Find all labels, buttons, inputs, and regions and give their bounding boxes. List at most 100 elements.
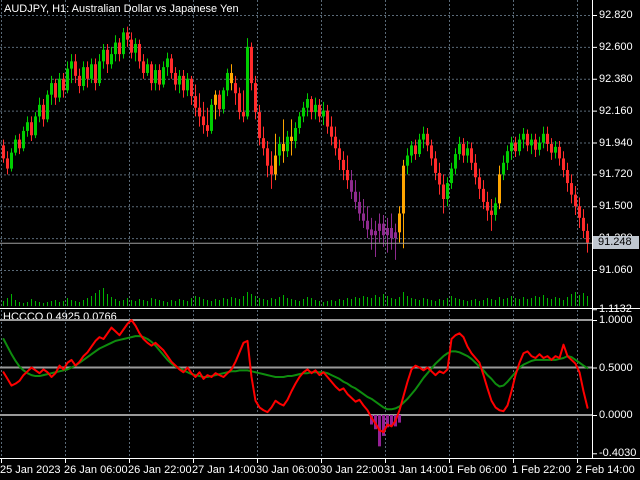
volume-bar bbox=[527, 299, 528, 306]
volume-bar bbox=[391, 298, 392, 306]
volume-bar bbox=[23, 303, 24, 306]
candle-body bbox=[234, 83, 237, 94]
volume-bar bbox=[19, 302, 20, 306]
candle-body bbox=[398, 213, 401, 233]
volume-bar bbox=[43, 303, 44, 306]
volume-bar bbox=[71, 300, 72, 306]
volume-bar bbox=[491, 299, 492, 306]
volume-bar bbox=[139, 299, 140, 306]
volume-bar bbox=[67, 298, 68, 306]
candle-body bbox=[570, 183, 573, 195]
candle-body bbox=[70, 61, 73, 69]
volume-bar bbox=[79, 302, 80, 306]
candle-body bbox=[46, 94, 49, 120]
volume-bar bbox=[523, 297, 524, 306]
volume-bar bbox=[539, 297, 540, 306]
candle-body bbox=[518, 139, 521, 152]
volume-bar bbox=[115, 299, 116, 306]
volume-bar bbox=[59, 302, 60, 306]
volume-bar bbox=[503, 299, 504, 306]
volume-bar bbox=[371, 298, 372, 306]
candle-body bbox=[34, 116, 37, 136]
volume-bar bbox=[431, 300, 432, 306]
candle-body bbox=[314, 104, 317, 113]
time-axis-label: 31 Jan 14:00 bbox=[384, 464, 448, 476]
volume-bar bbox=[455, 298, 456, 306]
volume-bar bbox=[575, 292, 576, 306]
volume-bar bbox=[255, 296, 256, 306]
candle-body bbox=[10, 152, 13, 169]
volume-bar bbox=[439, 299, 440, 306]
candle-body bbox=[450, 168, 453, 184]
volume-bar bbox=[151, 298, 152, 306]
volume-bar bbox=[195, 296, 196, 306]
candle-body bbox=[174, 72, 177, 85]
candle-body bbox=[170, 58, 173, 73]
volume-bar bbox=[331, 300, 332, 306]
price-axis-label: 92.600 bbox=[599, 40, 633, 53]
candle-body bbox=[22, 130, 25, 149]
volume-bar bbox=[311, 298, 312, 306]
indicator-axis-label: 1.0000 bbox=[599, 314, 633, 326]
volume-bar bbox=[415, 299, 416, 306]
candle-body bbox=[298, 116, 301, 129]
candle-body bbox=[262, 138, 265, 149]
volume-bar bbox=[3, 301, 4, 306]
volume-bar bbox=[175, 301, 176, 306]
volume-bar bbox=[427, 299, 428, 306]
candle-body bbox=[354, 191, 357, 202]
candle-body bbox=[154, 70, 157, 84]
candle-body bbox=[418, 139, 421, 155]
candle-body bbox=[78, 75, 81, 86]
volume-bar bbox=[183, 300, 184, 306]
candle-body bbox=[82, 67, 85, 86]
volume-bar bbox=[223, 298, 224, 306]
candle-body bbox=[290, 136, 293, 142]
volume-bar bbox=[187, 301, 188, 306]
candle-body bbox=[286, 136, 289, 152]
volume-bar bbox=[47, 302, 48, 306]
volume-bar bbox=[127, 298, 128, 306]
volume-bar bbox=[291, 299, 292, 306]
current-price-badge: 91.248 bbox=[593, 236, 639, 249]
volume-bar bbox=[315, 300, 316, 306]
candle-body bbox=[130, 39, 133, 53]
candle-body bbox=[514, 142, 517, 152]
candle-body bbox=[586, 230, 589, 243]
volume-bar bbox=[107, 294, 108, 306]
candle-body bbox=[122, 32, 125, 55]
candle-body bbox=[114, 42, 117, 55]
candle-body bbox=[6, 158, 9, 169]
volume-bar bbox=[95, 293, 96, 306]
price-axis-label: 91.060 bbox=[599, 264, 633, 276]
volume-bar bbox=[219, 300, 220, 306]
candle-body bbox=[162, 67, 165, 85]
time-axis-label: 26 Jan 22:00 bbox=[128, 464, 192, 476]
candle-body bbox=[322, 110, 325, 117]
candle-body bbox=[74, 61, 77, 76]
volume-bar bbox=[199, 297, 200, 306]
candle-body bbox=[258, 112, 261, 139]
candle-body bbox=[474, 162, 477, 178]
chart-canvas[interactable]: HCCCO 0.4925 0.0766 bbox=[0, 0, 640, 480]
volume-bar bbox=[587, 296, 588, 306]
price-axis-label: 92.380 bbox=[599, 72, 633, 85]
indicator-label: HCCCO 0.4925 0.0766 bbox=[3, 311, 117, 323]
volume-bar bbox=[299, 301, 300, 306]
candle-body bbox=[230, 72, 233, 84]
volume-bar bbox=[435, 301, 436, 306]
time-axis-label: 1 Feb 22:00 bbox=[512, 464, 571, 476]
candle-body bbox=[362, 213, 365, 221]
candle-body bbox=[106, 49, 109, 65]
candle-body bbox=[42, 104, 45, 120]
candle-body bbox=[530, 139, 533, 146]
volume-bar bbox=[191, 298, 192, 306]
candle-body bbox=[422, 133, 425, 140]
volume-bar bbox=[279, 297, 280, 306]
candle-body bbox=[66, 68, 69, 91]
candle-body bbox=[50, 83, 53, 95]
price-axis-label: 91.500 bbox=[599, 200, 633, 213]
volume-bar bbox=[231, 297, 232, 306]
candle-body bbox=[506, 151, 509, 163]
candle-body bbox=[186, 78, 189, 91]
